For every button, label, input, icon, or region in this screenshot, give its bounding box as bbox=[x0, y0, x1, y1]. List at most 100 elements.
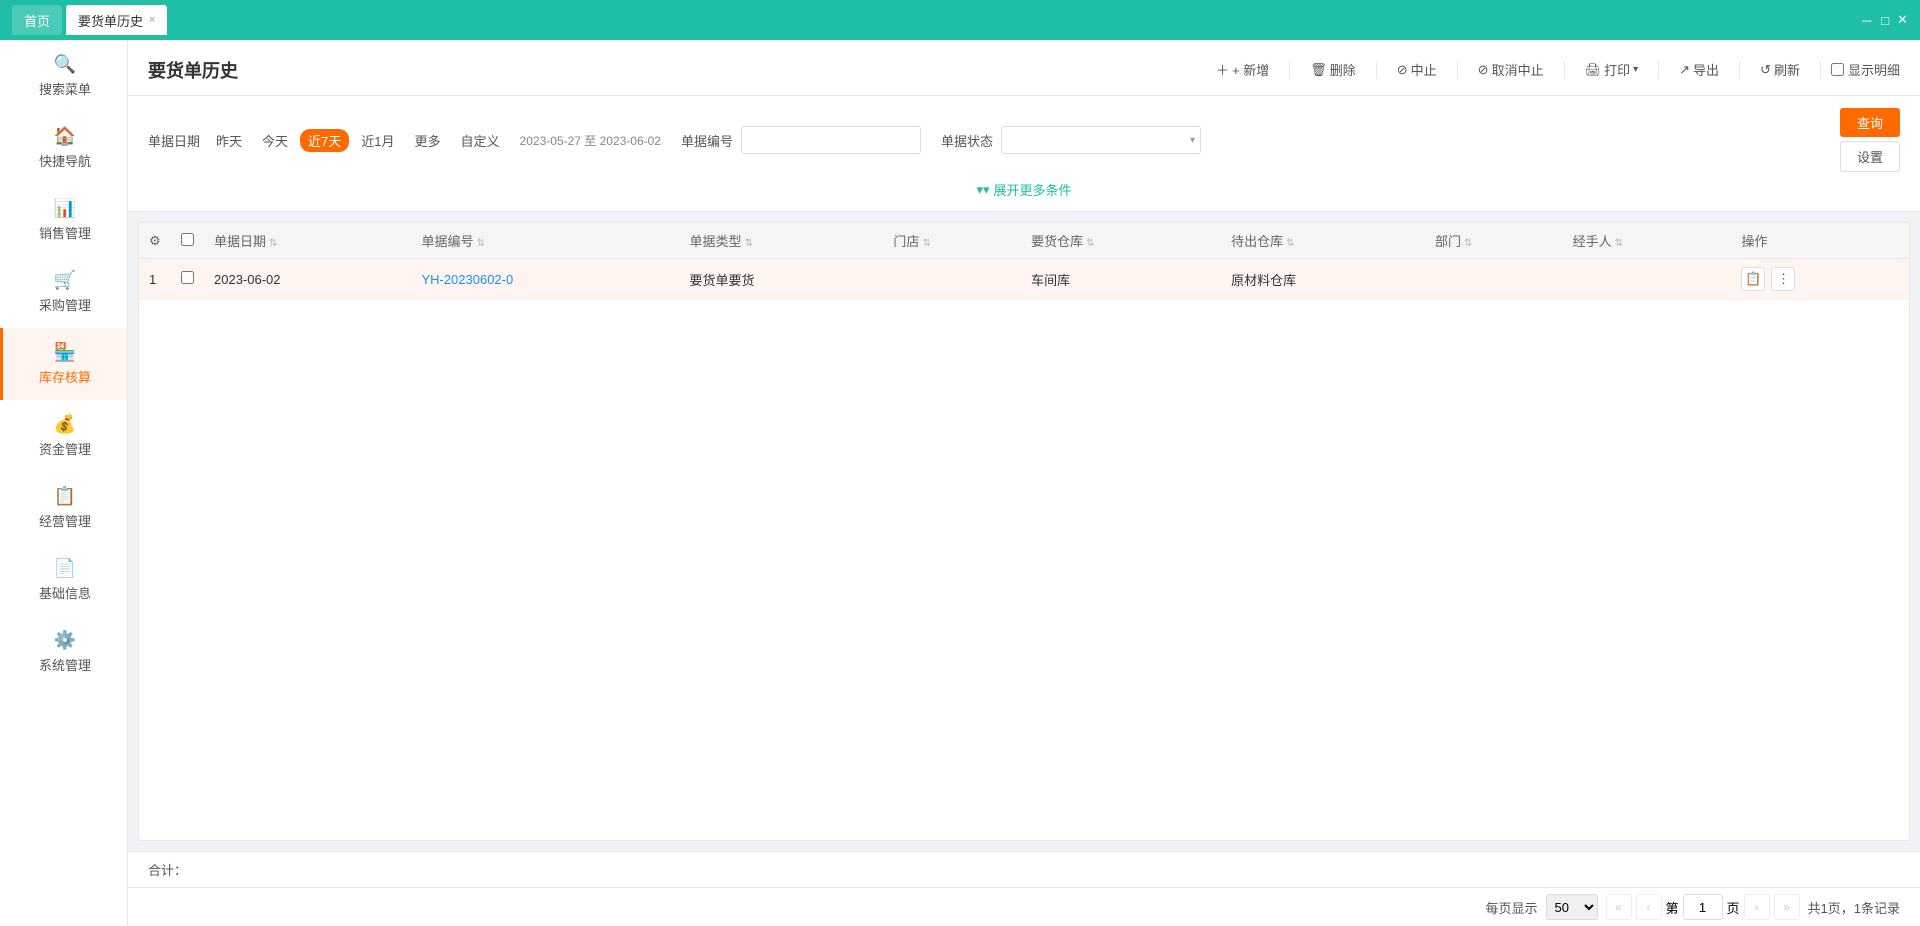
expand-more-btn[interactable]: ▾▾ 展开更多条件 bbox=[148, 180, 1900, 199]
sidebar-item-basic-info[interactable]: 📄 基础信息 bbox=[0, 544, 127, 616]
date-btn-yesterday[interactable]: 昨天 bbox=[208, 129, 250, 152]
sidebar-item-inventory-label: 库存核算 bbox=[39, 367, 91, 386]
sidebar-item-search-menu[interactable]: 🔍 搜索菜单 bbox=[0, 40, 127, 112]
sidebar-item-system[interactable]: ⚙️ 系统管理 bbox=[0, 616, 127, 688]
settings-button[interactable]: 设置 bbox=[1840, 141, 1900, 172]
filter-actions: 查询 设置 bbox=[1840, 108, 1900, 172]
tab-home[interactable]: 首页 bbox=[12, 5, 62, 35]
cell-pending-warehouse: 原材料仓库 bbox=[1221, 259, 1425, 300]
row-checkbox[interactable] bbox=[181, 271, 194, 284]
sidebar-item-finance[interactable]: 💰 资金管理 bbox=[0, 400, 127, 472]
order-no-input[interactable] bbox=[741, 126, 921, 154]
col-order-no[interactable]: 单据编号⇅ bbox=[411, 223, 679, 259]
display-detail-checkbox[interactable] bbox=[1831, 63, 1844, 76]
window-maximize-icon[interactable]: □ bbox=[1881, 13, 1889, 28]
cell-order-no: YH-20230602-0 bbox=[411, 259, 679, 300]
page-input[interactable] bbox=[1683, 894, 1723, 920]
select-all-checkbox[interactable] bbox=[181, 233, 194, 246]
display-detail-toggle[interactable]: 显示明细 bbox=[1831, 60, 1900, 79]
delete-button[interactable]: 🗑 删除 bbox=[1300, 56, 1366, 83]
status-select[interactable] bbox=[1001, 126, 1201, 154]
per-page-label: 每页显示 bbox=[1485, 898, 1537, 917]
stop-button[interactable]: ⊘ 中止 bbox=[1387, 56, 1447, 83]
date-btn-custom[interactable]: 自定义 bbox=[453, 129, 508, 152]
col-handler[interactable]: 经手人⇅ bbox=[1563, 223, 1732, 259]
col-pending-warehouse[interactable]: 待出仓库⇅ bbox=[1221, 223, 1425, 259]
page-nav: « ‹ 第 页 › » bbox=[1606, 894, 1800, 920]
page-last-btn[interactable]: » bbox=[1774, 894, 1800, 920]
sidebar-item-operations-label: 经营管理 bbox=[39, 511, 91, 530]
col-date[interactable]: 单据日期⇅ bbox=[204, 223, 411, 259]
status-filter-group: 单据状态 ▾ bbox=[941, 126, 1201, 154]
date-filter-btns: 昨天 今天 近7天 近1月 更多 自定义 bbox=[208, 129, 508, 152]
date-filter-group: 单据日期 昨天 今天 近7天 近1月 更多 自定义 2023-05-27 至 2… bbox=[148, 129, 661, 152]
page-prev-btn[interactable]: ‹ bbox=[1636, 894, 1662, 920]
expand-icon: ▾▾ bbox=[976, 182, 989, 198]
pagination-bar: 每页显示 10 20 50 100 « ‹ 第 页 › » 共1页，1条记录 bbox=[128, 887, 1920, 926]
print-dropdown-icon: ▾ bbox=[1633, 64, 1638, 75]
window-controls: － □ ✕ bbox=[1860, 11, 1908, 30]
tab-order-history-label: 要货单历史 bbox=[78, 11, 143, 30]
order-no-link[interactable]: YH-20230602-0 bbox=[421, 272, 513, 287]
col-action: 操作 bbox=[1731, 223, 1909, 259]
page-prefix: 第 bbox=[1666, 898, 1679, 917]
row-detail-btn[interactable]: ⋮ bbox=[1771, 267, 1795, 291]
sidebar-item-sales[interactable]: 📊 销售管理 bbox=[0, 184, 127, 256]
page-next-btn[interactable]: › bbox=[1744, 894, 1770, 920]
sidebar-item-inventory[interactable]: 🏪 库存核算 bbox=[0, 328, 127, 400]
sidebar-item-operations[interactable]: 📋 经营管理 bbox=[0, 472, 127, 544]
window-minimize-icon[interactable]: － bbox=[1860, 11, 1873, 30]
cancel-stop-button[interactable]: ⊘ 取消中止 bbox=[1468, 56, 1554, 83]
cell-date: 2023-06-02 bbox=[204, 259, 411, 300]
toolbar-separator-2 bbox=[1376, 61, 1377, 79]
table-row: 1 2023-06-02 YH-20230602-0 要货单要货 车间库 bbox=[139, 259, 1909, 300]
page-first-btn[interactable]: « bbox=[1606, 894, 1632, 920]
data-table: ⚙ 单据日期⇅ 单据编号⇅ 单据类型⇅ 门店⇅ 要货仓库⇅ 待出仓库⇅ 部门⇅ … bbox=[139, 223, 1909, 300]
tab-close-icon[interactable]: × bbox=[149, 14, 155, 26]
print-button[interactable]: 🖨 打印 ▾ bbox=[1575, 56, 1649, 83]
filter-area: 单据日期 昨天 今天 近7天 近1月 更多 自定义 2023-05-27 至 2… bbox=[128, 96, 1920, 212]
new-icon: ＋ bbox=[1216, 60, 1229, 79]
sidebar-item-sales-label: 销售管理 bbox=[39, 223, 91, 242]
col-req-warehouse[interactable]: 要货仓库⇅ bbox=[1021, 223, 1221, 259]
date-btn-1month[interactable]: 近1月 bbox=[353, 129, 402, 152]
top-bar: 首页 要货单历史 × － □ ✕ bbox=[0, 0, 1920, 40]
date-btn-7days[interactable]: 近7天 bbox=[300, 129, 349, 152]
main-content: 要货单历史 ＋ + 新增 🗑 删除 ⊘ bbox=[128, 40, 1920, 926]
table-area: ⚙ 单据日期⇅ 单据编号⇅ 单据类型⇅ 门店⇅ 要货仓库⇅ 待出仓库⇅ 部门⇅ … bbox=[138, 222, 1910, 841]
date-filter-label: 单据日期 bbox=[148, 131, 200, 150]
toolbar-separator-6 bbox=[1739, 61, 1740, 79]
window-close-icon[interactable]: ✕ bbox=[1897, 12, 1908, 28]
per-page-select[interactable]: 10 20 50 100 bbox=[1546, 894, 1598, 920]
tab-order-history[interactable]: 要货单历史 × bbox=[66, 5, 167, 35]
query-button[interactable]: 查询 bbox=[1840, 108, 1900, 137]
sidebar-item-purchase-label: 采购管理 bbox=[39, 295, 91, 314]
sidebar-item-purchase[interactable]: 🛒 采购管理 bbox=[0, 256, 127, 328]
table-header-row: ⚙ 单据日期⇅ 单据编号⇅ 单据类型⇅ 门店⇅ 要货仓库⇅ 待出仓库⇅ 部门⇅ … bbox=[139, 223, 1909, 259]
sidebar-item-system-label: 系统管理 bbox=[39, 655, 91, 674]
col-order-type[interactable]: 单据类型⇅ bbox=[680, 223, 884, 259]
date-btn-today[interactable]: 今天 bbox=[254, 129, 296, 152]
finance-icon: 💰 bbox=[54, 414, 76, 435]
row-edit-btn[interactable]: 📋 bbox=[1741, 267, 1765, 291]
cell-checkbox[interactable] bbox=[171, 259, 204, 300]
operations-icon: 📋 bbox=[54, 486, 76, 507]
export-button[interactable]: ↗ 导出 bbox=[1669, 56, 1729, 83]
sidebar-item-finance-label: 资金管理 bbox=[39, 439, 91, 458]
col-checkbox bbox=[171, 223, 204, 259]
sidebar-item-basic-info-label: 基础信息 bbox=[39, 583, 91, 602]
delete-icon: 🗑 bbox=[1310, 62, 1327, 78]
date-btn-more[interactable]: 更多 bbox=[407, 129, 449, 152]
quick-nav-icon: 🏠 bbox=[54, 126, 76, 147]
cell-department bbox=[1425, 259, 1563, 300]
status-label: 单据状态 bbox=[941, 131, 993, 150]
col-settings[interactable]: ⚙ bbox=[139, 223, 171, 259]
col-department[interactable]: 部门⇅ bbox=[1425, 223, 1563, 259]
system-icon: ⚙️ bbox=[54, 630, 76, 651]
new-button[interactable]: ＋ + 新增 bbox=[1206, 56, 1279, 83]
col-shop[interactable]: 门店⇅ bbox=[883, 223, 1021, 259]
cell-order-type: 要货单要货 bbox=[680, 259, 884, 300]
toolbar-separator-5 bbox=[1658, 61, 1659, 79]
sidebar-item-quick-nav[interactable]: 🏠 快捷导航 bbox=[0, 112, 127, 184]
refresh-button[interactable]: ↺ 刷新 bbox=[1750, 56, 1810, 83]
